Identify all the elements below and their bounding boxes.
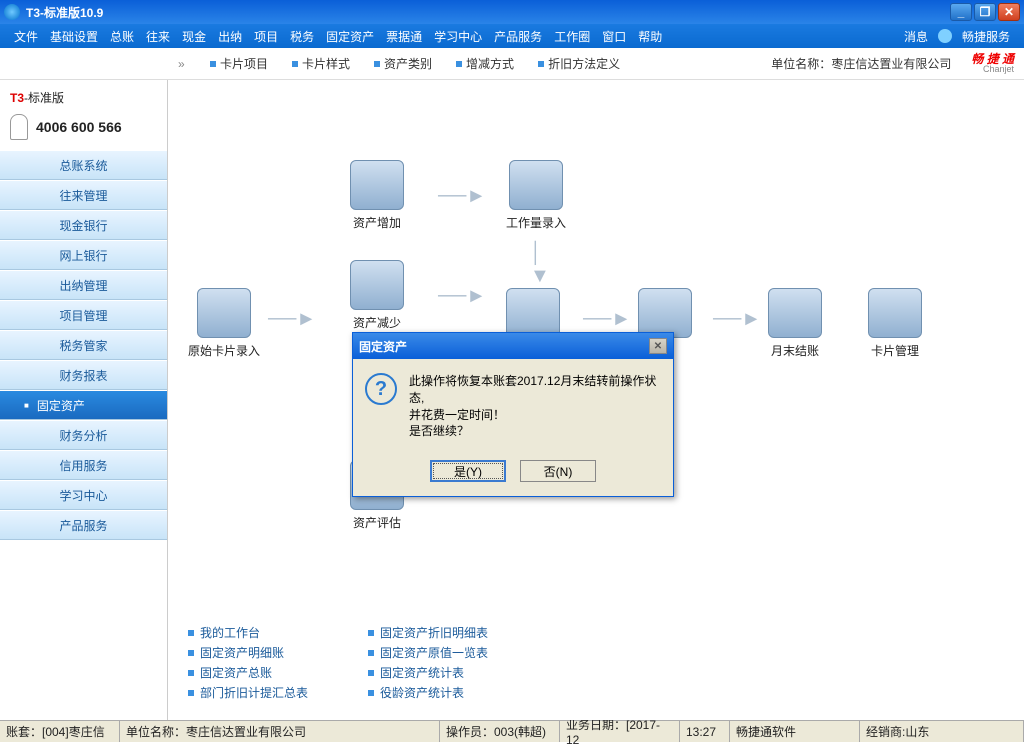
cabinet-plus-icon <box>350 160 404 210</box>
brand-logo: 畅 捷 通 Chanjet <box>971 54 1014 73</box>
status-bizdate: 业务日期：[2017-12 <box>560 721 680 742</box>
minimize-button[interactable]: _ <box>950 3 972 21</box>
arrow-icon: ──► <box>583 308 631 331</box>
dialog-message: 此操作将恢复本账套2017.12月末结转前操作状态, 并花费一定时间！ 是否继续… <box>409 373 661 440</box>
flow-month-close[interactable]: 月末结账 <box>768 288 822 359</box>
calendar-month-icon <box>506 288 560 338</box>
subnav-card-style[interactable]: 卡片样式 <box>292 55 350 72</box>
flow-asset-reduce[interactable]: 资产减少 <box>350 260 404 331</box>
service-icon <box>938 29 952 43</box>
subnav-incdec[interactable]: 增减方式 <box>456 55 514 72</box>
sidebar-item-arap[interactable]: 往来管理 <box>0 180 167 210</box>
sidebar-item-tax[interactable]: 税务管家 <box>0 330 167 360</box>
arrow-icon: ──► <box>438 185 486 208</box>
window-titlebar: T3-标准版10.9 _ ❐ ✕ <box>0 0 1024 24</box>
sidebar-item-product[interactable]: 产品服务 <box>0 510 167 540</box>
link-fa-gl[interactable]: 固定资产总账 <box>188 664 308 681</box>
maximize-button[interactable]: ❐ <box>974 3 996 21</box>
bottom-links: 我的工作台 固定资产明细账 固定资产总账 部门折旧计提汇总表 固定资产折旧明细表… <box>188 621 488 704</box>
sub-toolbar: » 卡片项目 卡片样式 资产类别 增减方式 折旧方法定义 单位名称：枣庄信达置业… <box>0 48 1024 80</box>
product-logo: T3-标准版 <box>0 80 167 110</box>
confirm-dialog: 固定资产 ✕ ? 此操作将恢复本账套2017.12月末结转前操作状态, 并花费一… <box>352 332 674 497</box>
sidebar-item-credit[interactable]: 信用服务 <box>0 450 167 480</box>
dialog-yes-button[interactable]: 是(Y) <box>430 460 506 482</box>
status-account: 账套：[004]枣庄信 <box>0 721 120 742</box>
dialog-close-button[interactable]: ✕ <box>649 338 667 354</box>
status-soft: 畅捷通软件 <box>730 721 860 742</box>
status-operator: 操作员：003(韩超) <box>440 721 560 742</box>
dialog-titlebar[interactable]: 固定资产 ✕ <box>353 333 673 359</box>
arrow-down-icon: │▼ <box>530 242 550 288</box>
sidebar-item-gl[interactable]: 总账系统 <box>0 150 167 180</box>
link-desktop[interactable]: 我的工作台 <box>188 624 308 641</box>
dialog-title: 固定资产 <box>359 338 407 355</box>
menu-arap[interactable]: 往来 <box>140 28 176 45</box>
sidebar-item-fin-analysis[interactable]: 财务分析 <box>0 420 167 450</box>
status-dealer: 经销商:山东 <box>860 721 1024 742</box>
folder-icon <box>868 288 922 338</box>
sidebar-item-cashier[interactable]: 出纳管理 <box>0 270 167 300</box>
question-icon: ? <box>365 373 397 405</box>
link-fa-stat[interactable]: 固定资产统计表 <box>368 664 488 681</box>
sidebar-item-cash[interactable]: 现金银行 <box>0 210 167 240</box>
menu-message[interactable]: 消息 <box>898 28 934 45</box>
menu-fa[interactable]: 固定资产 <box>320 28 380 45</box>
flow-asset-add[interactable]: 资产增加 <box>350 160 404 231</box>
sidebar-item-ebank[interactable]: 网上银行 <box>0 240 167 270</box>
status-bar: 账套：[004]枣庄信 单位名称：枣庄信达置业有限公司 操作员：003(韩超) … <box>0 720 1024 742</box>
menu-gl[interactable]: 总账 <box>104 28 140 45</box>
window-title: T3-标准版10.9 <box>26 4 950 21</box>
menu-cash[interactable]: 现金 <box>176 28 212 45</box>
menu-product[interactable]: 产品服务 <box>488 28 548 45</box>
menu-learn[interactable]: 学习中心 <box>428 28 488 45</box>
menu-service[interactable]: 畅捷服务 <box>956 28 1016 45</box>
arrow-icon: ──► <box>438 285 486 308</box>
subnav-card-item[interactable]: 卡片项目 <box>210 55 268 72</box>
workload-icon <box>509 160 563 210</box>
voucher-icon <box>638 288 692 338</box>
menu-window[interactable]: 窗口 <box>596 28 632 45</box>
flow-card-manage[interactable]: 卡片管理 <box>868 288 922 359</box>
menu-bar: 文件 基础设置 总账 往来 现金 出纳 项目 税务 固定资产 票据通 学习中心 … <box>0 24 1024 48</box>
sidebar-item-project[interactable]: 项目管理 <box>0 300 167 330</box>
link-dept-depr[interactable]: 部门折旧计提汇总表 <box>188 684 308 701</box>
sidebar-item-learn[interactable]: 学习中心 <box>0 480 167 510</box>
flow-workload[interactable]: 工作量录入 <box>506 160 566 231</box>
status-time: 13:27 <box>680 721 730 742</box>
sidebar-item-fa[interactable]: 固定资产 <box>0 390 167 420</box>
status-unit: 单位名称：枣庄信达置业有限公司 <box>120 721 440 742</box>
menu-tax[interactable]: 税务 <box>284 28 320 45</box>
link-fa-detail[interactable]: 固定资产明细账 <box>188 644 308 661</box>
phone-icon <box>10 114 28 140</box>
link-age-stat[interactable]: 役龄资产统计表 <box>368 684 488 701</box>
link-depr-detail[interactable]: 固定资产折旧明细表 <box>368 624 488 641</box>
cabinet-minus-icon <box>350 260 404 310</box>
card-icon <box>197 288 251 338</box>
chevron-icon[interactable]: » <box>178 57 198 71</box>
arrow-icon: ──► <box>713 308 761 331</box>
app-icon <box>4 4 20 20</box>
subnav-asset-cat[interactable]: 资产类别 <box>374 55 432 72</box>
flow-original-card[interactable]: 原始卡片录入 <box>188 288 260 359</box>
sidebar: T3-标准版 4006 600 566 总账系统 往来管理 现金银行 网上银行 … <box>0 80 168 720</box>
arrow-icon: ──► <box>268 308 316 331</box>
menu-bill[interactable]: 票据通 <box>380 28 428 45</box>
close-button[interactable]: ✕ <box>998 3 1020 21</box>
menu-cashier[interactable]: 出纳 <box>212 28 248 45</box>
menu-help[interactable]: 帮助 <box>632 28 668 45</box>
unit-label: 单位名称：枣庄信达置业有限公司 <box>771 55 951 72</box>
sidebar-item-report[interactable]: 财务报表 <box>0 360 167 390</box>
menu-project[interactable]: 项目 <box>248 28 284 45</box>
hotline: 4006 600 566 <box>0 110 167 150</box>
subnav-depr-method[interactable]: 折旧方法定义 <box>538 55 620 72</box>
calendar-close-icon <box>768 288 822 338</box>
menu-workcircle[interactable]: 工作圈 <box>548 28 596 45</box>
dialog-no-button[interactable]: 否(N) <box>520 460 596 482</box>
link-orig-value[interactable]: 固定资产原值一览表 <box>368 644 488 661</box>
menu-file[interactable]: 文件 <box>8 28 44 45</box>
menu-basic[interactable]: 基础设置 <box>44 28 104 45</box>
